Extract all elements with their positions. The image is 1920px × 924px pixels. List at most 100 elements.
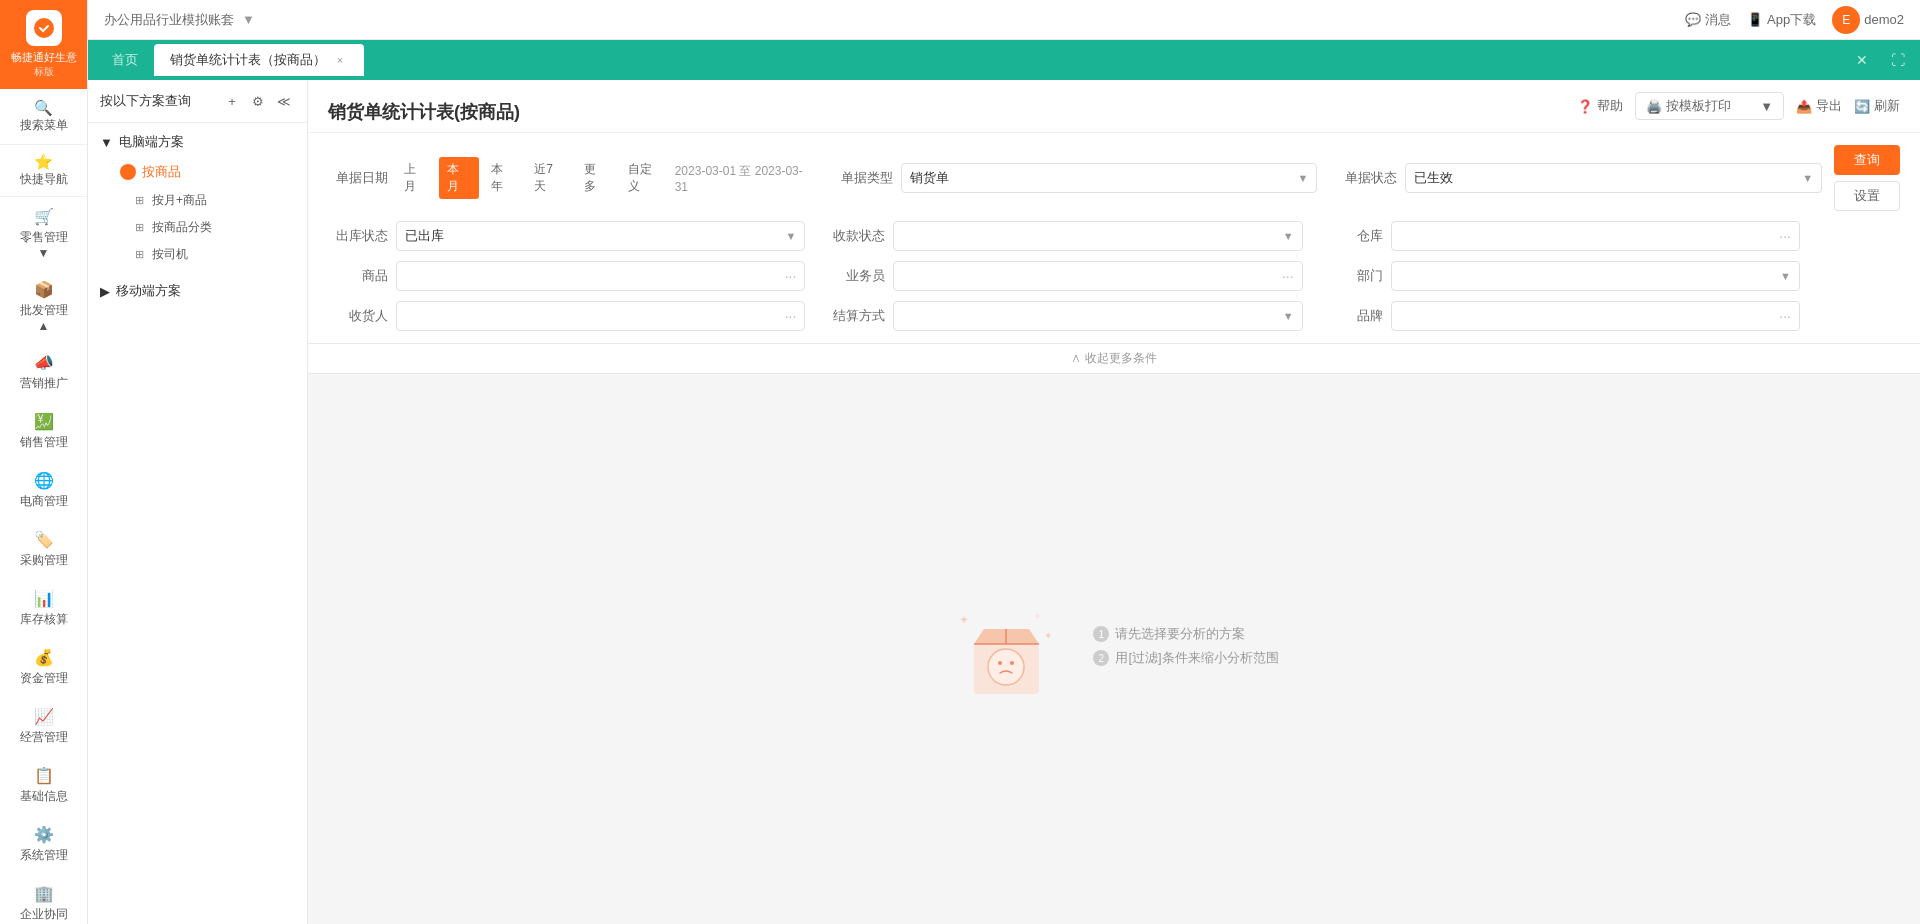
tab-home[interactable]: 首页 [96,44,154,76]
help-btn[interactable]: ❓ 帮助 [1577,97,1623,115]
marketing-icon: 📣 [34,353,54,372]
svg-text:✦: ✦ [1044,630,1052,641]
sidebar-item-finance[interactable]: 💰 资金管理 [0,638,87,697]
date-prev-month[interactable]: 上月 [396,157,435,199]
bill-type-label: 单据类型 [833,169,893,187]
subitem-label-3: 按司机 [152,246,188,263]
warehouse-control[interactable]: ··· [1391,221,1800,251]
sidebar-item-inventory[interactable]: 📊 库存核算 [0,579,87,638]
user-label: demo2 [1864,12,1904,27]
date-more[interactable]: 更多 [576,157,615,199]
collapse-panel-btn[interactable]: ≪ [273,90,295,112]
date-control: 上月 本月 本年 近7天 更多 自定义 2023-03-01 至 2023-03… [396,157,813,199]
filter-staff: 业务员 ··· [825,261,1302,291]
system-icon: ⚙️ [34,825,54,844]
date-recent7[interactable]: 近7天 [526,157,572,199]
dept-control[interactable]: ▼ [1391,261,1800,291]
app-download-btn[interactable]: 📱 App下载 [1747,11,1816,29]
date-this-year[interactable]: 本年 [483,157,522,199]
sidebar-item-sales[interactable]: 💹 销售管理 [0,402,87,461]
sidebar-item-basic[interactable]: 📋 基础信息 [0,756,87,815]
retail-arrow: ▼ [38,246,50,260]
page-title: 销货单统计计表(按商品) [328,100,520,124]
date-this-month[interactable]: 本月 [439,157,478,199]
operation-icon: 📈 [34,707,54,726]
desktop-group-header[interactable]: ▼ 电脑端方案 [88,127,307,157]
user-profile[interactable]: E demo2 [1832,6,1904,34]
filter-row-1: 单据日期 上月 本月 本年 近7天 更多 自定义 2023-03-01 至 20… [328,145,1900,211]
tab-close-action[interactable]: ✕ [1848,46,1876,74]
print-dropdown[interactable]: ▼ [1750,95,1783,118]
bill-type-control[interactable]: 销货单 ▼ [901,163,1318,193]
hint-2: 2 用[过滤]条件来缩小分析范围 [1093,649,1278,667]
payment-status-control[interactable]: ▼ [893,221,1302,251]
svg-point-0 [34,18,54,38]
collapse-label: ∧ 收起更多条件 [1071,351,1156,365]
sidebar-item-marketing[interactable]: 📣 营销推广 [0,343,87,402]
filter-delivery-status: 出库状态 已出库 ▼ [328,221,805,251]
mobile-scheme-group: ▶ 移动端方案 [88,272,307,310]
filter-warehouse: 仓库 ··· [1323,221,1800,251]
basic-icon: 📋 [34,766,54,785]
settings-scheme-btn[interactable]: ⚙ [247,90,269,112]
sidebar-item-wholesale[interactable]: 📦 批发管理 ▲ [0,270,87,343]
filter-dept: 部门 ▼ [1323,261,1800,291]
scheme-subitem-month-goods[interactable]: ⊞ 按月+商品 [88,187,307,214]
receiver-control[interactable]: ··· [396,301,805,331]
subitem-icon-3: ⊞ [132,248,146,262]
payment-method-control[interactable]: ▼ [893,301,1302,331]
phone-icon: 📱 [1747,12,1763,27]
filter-goods: 商品 ··· [328,261,805,291]
print-btn-group: 🖨️ 按模板打印 ▼ [1635,92,1784,120]
sidebar-item-ecom[interactable]: 🌐 电商管理 [0,461,87,520]
right-panel: 销货单统计计表(按商品) ❓ 帮助 🖨️ 按模板打印 ▼ [308,80,1920,924]
message-btn[interactable]: 💬 消息 [1685,11,1731,29]
warehouse-dots: ··· [1779,228,1791,244]
bill-status-control[interactable]: 已生效 ▼ [1405,163,1822,193]
tab-active[interactable]: 销货单统计计表（按商品） × [154,44,364,76]
finance-icon: 💰 [34,648,54,667]
scheme-subitem-driver[interactable]: ⊞ 按司机 [88,241,307,268]
tab-home-label: 首页 [112,51,138,69]
staff-label: 业务员 [825,267,885,285]
svg-point-5 [988,649,1024,685]
print-btn[interactable]: 🖨️ 按模板打印 [1636,93,1741,119]
refresh-btn[interactable]: 🔄 刷新 [1854,97,1900,115]
warehouse-label: 仓库 [1323,227,1383,245]
add-scheme-btn[interactable]: + [221,90,243,112]
enterprise-icon: 🏢 [34,884,54,903]
staff-control[interactable]: ··· [893,261,1302,291]
industry-dropdown-icon[interactable]: ▼ [242,12,255,27]
collapse-bar[interactable]: ∧ 收起更多条件 [308,344,1920,374]
tab-close-btn[interactable]: × [332,52,348,68]
query-btn[interactable]: 查询 [1834,145,1900,175]
sidebar-item-enterprise[interactable]: 🏢 企业协同 [0,874,87,924]
scheme-item-by-goods[interactable]: 按商品 [88,157,307,187]
sidebar-item-purchase[interactable]: 🏷️ 采购管理 [0,520,87,579]
retail-icon: 🛒 [34,207,54,226]
brand-control[interactable]: ··· [1391,301,1800,331]
avatar-initial: E [1842,13,1850,27]
filter-row-2: 出库状态 已出库 ▼ 收款状态 ▼ [328,221,1900,251]
sidebar-item-system[interactable]: ⚙️ 系统管理 [0,815,87,874]
mobile-group-header[interactable]: ▶ 移动端方案 [88,276,307,306]
sales-icon: 💹 [34,412,54,431]
date-custom[interactable]: 自定义 [620,157,671,199]
sidebar-item-operation[interactable]: 📈 经营管理 [0,697,87,756]
sidebar-item-retail[interactable]: 🛒 零售管理 ▼ [0,197,87,270]
export-icon: 📤 [1796,99,1812,114]
export-btn[interactable]: 📤 导出 [1796,97,1842,115]
tab-expand-action[interactable]: ⛶ [1884,46,1912,74]
receiver-label: 收货人 [328,307,388,325]
bill-status-arrow: ▼ [1802,172,1813,184]
goods-control[interactable]: ··· [396,261,805,291]
sidebar-nav-shortcut[interactable]: ⭐ 快捷导航 [0,145,87,197]
scheme-subitem-category[interactable]: ⊞ 按商品分类 [88,214,307,241]
settings-btn[interactable]: 设置 [1834,181,1900,211]
delivery-status-control[interactable]: 已出库 ▼ [396,221,805,251]
sidebar-search[interactable]: 🔍 消息 搜索菜单 [0,89,87,145]
payment-status-arrow: ▼ [1283,230,1294,242]
export-label: 导出 [1816,97,1842,115]
delivery-status-label: 出库状态 [328,227,388,245]
svg-point-6 [998,661,1002,665]
